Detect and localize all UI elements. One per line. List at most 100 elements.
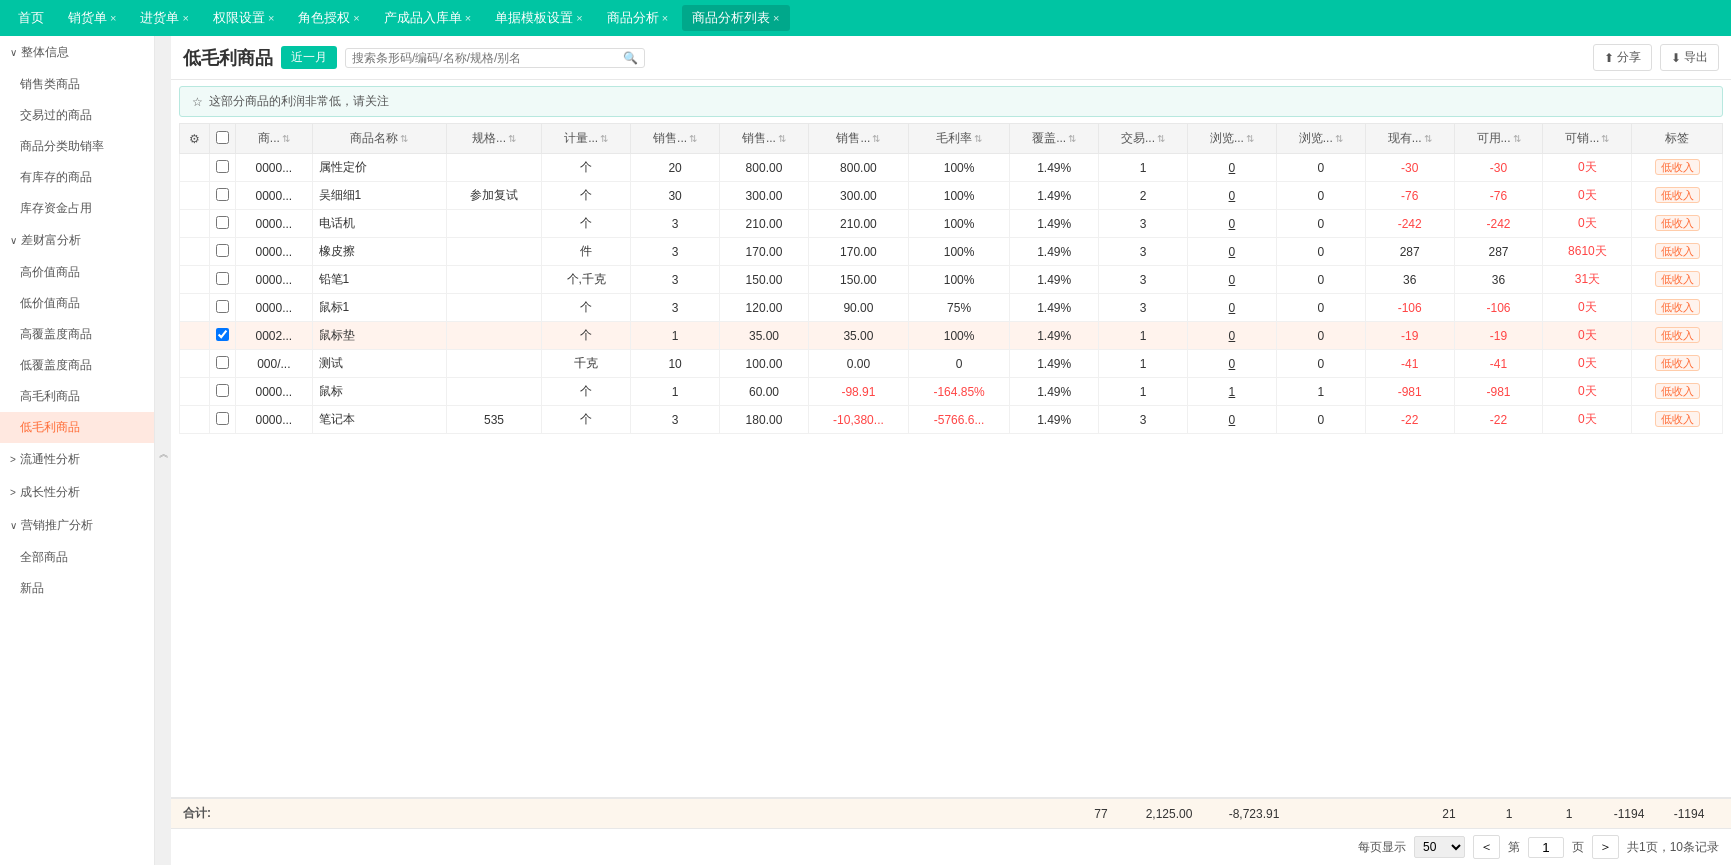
sort-transaction[interactable]: ⇅ [1157, 133, 1165, 144]
row-select-checkbox[interactable] [216, 188, 229, 201]
select-all-checkbox[interactable] [216, 131, 229, 144]
row-browse1[interactable]: 0 [1187, 266, 1276, 294]
sort-unit[interactable]: ⇅ [600, 133, 608, 144]
sort-available[interactable]: ⇅ [1513, 133, 1521, 144]
row-browse1[interactable]: 0 [1187, 350, 1276, 378]
row-browse1[interactable]: 0 [1187, 210, 1276, 238]
sidebar-item-低毛利商品[interactable]: 低毛利商品 [0, 412, 154, 443]
sort-sales-amount[interactable]: ⇅ [872, 133, 880, 144]
sort-spec[interactable]: ⇅ [508, 133, 516, 144]
sidebar-section-营销推广分析[interactable]: ∨营销推广分析 [0, 509, 154, 542]
sort-browse1[interactable]: ⇅ [1246, 133, 1254, 144]
nav-close-icon[interactable]: × [268, 12, 274, 24]
nav-item-销货单[interactable]: 销货单× [58, 5, 126, 31]
row-select-checkbox[interactable] [216, 356, 229, 369]
row-select-checkbox[interactable] [216, 300, 229, 313]
sidebar-item-商品分类助销率[interactable]: 商品分类助销率 [0, 131, 154, 162]
sidebar-section-成长性分析[interactable]: >成长性分析 [0, 476, 154, 509]
main-content: 低毛利商品 近一月 🔍 ⬆ 分享 ⬇ 导出 ☆ 这部分商品的利润非常低，请关注 [171, 36, 1731, 865]
sidebar-item-全部商品[interactable]: 全部商品 [0, 542, 154, 573]
row-browse1[interactable]: 0 [1187, 406, 1276, 434]
row-browse1[interactable]: 1 [1187, 378, 1276, 406]
sidebar-item-交易过的商品[interactable]: 交易过的商品 [0, 100, 154, 131]
row-select-checkbox[interactable] [216, 272, 229, 285]
row-transaction: 1 [1099, 350, 1188, 378]
export-button[interactable]: ⬇ 导出 [1660, 44, 1719, 71]
sidebar-item-高覆盖度商品[interactable]: 高覆盖度商品 [0, 319, 154, 350]
page-number-input[interactable] [1528, 837, 1564, 858]
tag-badge: 低收入 [1655, 271, 1700, 287]
sort-sales-qty[interactable]: ⇅ [689, 133, 697, 144]
sidebar-item-低覆盖度商品[interactable]: 低覆盖度商品 [0, 350, 154, 381]
sidebar-item-高毛利商品[interactable]: 高毛利商品 [0, 381, 154, 412]
filter-button[interactable]: 近一月 [281, 46, 337, 69]
row-name[interactable]: 鼠标垫 [312, 322, 446, 350]
sidebar-item-销售类商品[interactable]: 销售类商品 [0, 69, 154, 100]
row-tag: 低收入 [1632, 182, 1723, 210]
sidebar-collapse-button[interactable]: 《 [155, 36, 171, 865]
row-browse1[interactable]: 0 [1187, 322, 1276, 350]
sidebar-section-差财富分析[interactable]: ∨差财富分析 [0, 224, 154, 257]
row-name[interactable]: 鼠标1 [312, 294, 446, 322]
nav-item-商品分析列表[interactable]: 商品分析列表× [682, 5, 789, 31]
sidebar-item-有库存的商品[interactable]: 有库存的商品 [0, 162, 154, 193]
sort-sellable[interactable]: ⇅ [1601, 133, 1609, 144]
sort-name[interactable]: ⇅ [400, 133, 408, 144]
row-select-checkbox[interactable] [216, 160, 229, 173]
row-sales-qty: 10 [631, 350, 720, 378]
nav-close-icon[interactable]: × [182, 12, 188, 24]
per-page-select[interactable]: 50 20 100 [1414, 836, 1465, 858]
row-gross-margin: -164.85% [909, 378, 1010, 406]
row-name[interactable]: 吴细细1 [312, 182, 446, 210]
row-browse1[interactable]: 0 [1187, 154, 1276, 182]
nav-item-商品分析[interactable]: 商品分析× [597, 5, 678, 31]
nav-item-产成品入库单[interactable]: 产成品入库单× [374, 5, 481, 31]
row-name[interactable]: 测试 [312, 350, 446, 378]
sidebar-item-新品[interactable]: 新品 [0, 573, 154, 604]
row-name[interactable]: 铅笔1 [312, 266, 446, 294]
nav-item-首页[interactable]: 首页 [8, 5, 54, 31]
row-select-checkbox[interactable] [216, 244, 229, 257]
row-select-checkbox[interactable] [216, 216, 229, 229]
row-name[interactable]: 橡皮擦 [312, 238, 446, 266]
sort-gross-margin[interactable]: ⇅ [974, 133, 982, 144]
nav-item-角色授权[interactable]: 角色授权× [288, 5, 369, 31]
sort-sales-price[interactable]: ⇅ [778, 133, 786, 144]
nav-close-icon[interactable]: × [353, 12, 359, 24]
nav-close-icon[interactable]: × [773, 12, 779, 24]
row-browse1[interactable]: 0 [1187, 182, 1276, 210]
col-settings[interactable]: ⚙ [180, 124, 210, 154]
nav-item-单据模板设置[interactable]: 单据模板设置× [485, 5, 592, 31]
share-button[interactable]: ⬆ 分享 [1593, 44, 1652, 71]
row-name[interactable]: 属性定价 [312, 154, 446, 182]
row-name[interactable]: 电话机 [312, 210, 446, 238]
search-input[interactable] [352, 51, 623, 65]
nav-close-icon[interactable]: × [110, 12, 116, 24]
sort-current[interactable]: ⇅ [1424, 133, 1432, 144]
row-browse1[interactable]: 0 [1187, 238, 1276, 266]
sort-code[interactable]: ⇅ [282, 133, 290, 144]
nav-item-权限设置[interactable]: 权限设置× [203, 5, 284, 31]
row-sales-amount: 90.00 [808, 294, 908, 322]
row-browse1[interactable]: 0 [1187, 294, 1276, 322]
col-checkbox [210, 124, 236, 154]
sidebar-section-流通性分析[interactable]: >流通性分析 [0, 443, 154, 476]
row-select-checkbox[interactable] [216, 328, 229, 341]
sidebar-item-库存资金占用[interactable]: 库存资金占用 [0, 193, 154, 224]
sidebar-item-高价值商品[interactable]: 高价值商品 [0, 257, 154, 288]
sort-browse2[interactable]: ⇅ [1335, 133, 1343, 144]
row-name[interactable]: 鼠标 [312, 378, 446, 406]
sidebar-section-整体信息[interactable]: ∨整体信息 [0, 36, 154, 69]
nav-item-进货单[interactable]: 进货单× [130, 5, 198, 31]
prev-page-button[interactable]: ＜ [1473, 835, 1500, 859]
sort-coverage[interactable]: ⇅ [1068, 133, 1076, 144]
sidebar-item-低价值商品[interactable]: 低价值商品 [0, 288, 154, 319]
nav-close-icon[interactable]: × [465, 12, 471, 24]
nav-close-icon[interactable]: × [576, 12, 582, 24]
next-page-button[interactable]: ＞ [1592, 835, 1619, 859]
row-select-checkbox[interactable] [216, 412, 229, 425]
row-select-checkbox[interactable] [216, 384, 229, 397]
row-settings [180, 154, 210, 182]
nav-close-icon[interactable]: × [662, 12, 668, 24]
row-name[interactable]: 笔记本 [312, 406, 446, 434]
